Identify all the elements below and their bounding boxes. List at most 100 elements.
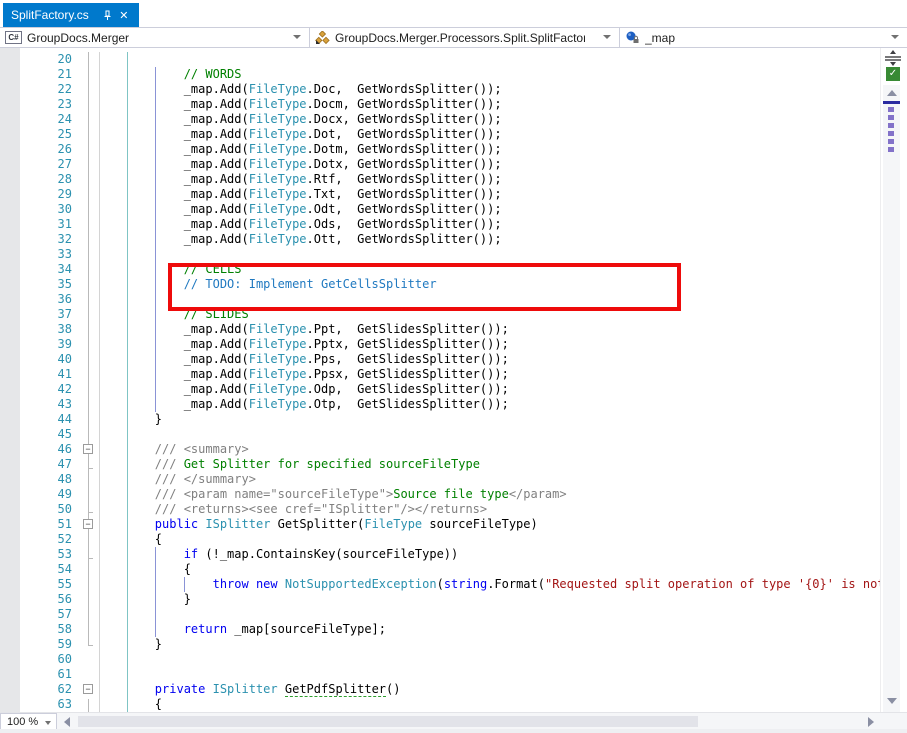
line-number: 31: [57, 217, 72, 231]
code-line[interactable]: 23 _map.Add(FileType.Docm, GetWordsSplit…: [0, 97, 880, 112]
code-line[interactable]: 55 throw new NotSupportedException(strin…: [0, 577, 880, 592]
token-d: /// </summary>: [97, 472, 256, 486]
project-dropdown[interactable]: C# GroupDocs.Merger: [0, 28, 310, 47]
code-line[interactable]: 22 _map.Add(FileType.Doc, GetWordsSplitt…: [0, 82, 880, 97]
horizontal-scrollbar[interactable]: [76, 714, 862, 729]
code-line[interactable]: 57: [0, 607, 880, 622]
token-t: FileType: [248, 172, 307, 186]
vertical-scrollbar[interactable]: [883, 85, 900, 712]
token-p: .Docm, GetWordsSplitter());: [306, 97, 502, 111]
token-s: "Requested split operation of type '{0}'…: [544, 577, 880, 591]
code-line[interactable]: 61: [0, 667, 880, 682]
token-p: [97, 67, 184, 81]
scroll-left-arrow-icon[interactable]: [64, 717, 70, 727]
code-line[interactable]: 38 _map.Add(FileType.Ppt, GetSlidesSplit…: [0, 322, 880, 337]
horizontal-scrollbar-thumb[interactable]: [78, 716, 698, 727]
line-number: 28: [57, 172, 72, 186]
line-number: 47: [57, 457, 72, 471]
code-line[interactable]: 56 }: [0, 592, 880, 607]
code-line[interactable]: 47 /// Get Splitter for specified source…: [0, 457, 880, 472]
code-line[interactable]: 33: [0, 247, 880, 262]
code-line[interactable]: 46 /// <summary>: [0, 442, 880, 457]
code-line[interactable]: 43 _map.Add(FileType.Otp, GetSlidesSplit…: [0, 397, 880, 412]
code-text: _map.Add(FileType.Docm, GetWordsSplitter…: [97, 97, 502, 112]
token-k: string: [443, 577, 488, 591]
code-line[interactable]: 30 _map.Add(FileType.Odt, GetWordsSplitt…: [0, 202, 880, 217]
code-line[interactable]: 24 _map.Add(FileType.Docx, GetWordsSplit…: [0, 112, 880, 127]
code-line[interactable]: 50 /// <returns><see cref="ISplitter"/><…: [0, 502, 880, 517]
code-line[interactable]: 21 // WORDS: [0, 67, 880, 82]
code-line[interactable]: 52 {: [0, 532, 880, 547]
line-number: 61: [57, 667, 72, 681]
code-text: _map.Add(FileType.Odp, GetSlidesSplitter…: [97, 382, 509, 397]
code-line[interactable]: 44 }: [0, 412, 880, 427]
code-line[interactable]: 41 _map.Add(FileType.Ppsx, GetSlidesSpli…: [0, 367, 880, 382]
code-line[interactable]: 40 _map.Add(FileType.Pps, GetSlidesSplit…: [0, 352, 880, 367]
token-k: return: [183, 622, 228, 636]
split-window-handle-icon[interactable]: [884, 50, 902, 66]
token-p: }: [97, 592, 191, 606]
code-text: return _map[sourceFileType];: [97, 622, 386, 637]
token-p: _map.Add(: [97, 82, 249, 96]
line-number: 36: [57, 292, 72, 306]
code-line[interactable]: 39 _map.Add(FileType.Pptx, GetSlidesSpli…: [0, 337, 880, 352]
line-number: 25: [57, 127, 72, 141]
code-line[interactable]: 45: [0, 427, 880, 442]
token-p: _map.Add(: [97, 142, 249, 156]
type-dropdown[interactable]: GroupDocs.Merger.Processors.Split.SplitF…: [310, 28, 620, 47]
code-line[interactable]: 28 _map.Add(FileType.Rtf, GetWordsSplitt…: [0, 172, 880, 187]
token-p: _map[sourceFileType];: [227, 622, 387, 636]
tab-splitfactory[interactable]: SplitFactory.cs ✕: [3, 3, 139, 27]
line-number: 50: [57, 502, 72, 516]
code-line[interactable]: 48 /// </summary>: [0, 472, 880, 487]
code-line[interactable]: 29 _map.Add(FileType.Txt, GetWordsSplitt…: [0, 187, 880, 202]
zoom-level-dropdown[interactable]: 100 %: [0, 713, 57, 730]
code-text: /// <returns><see cref="ISplitter"/></re…: [97, 502, 487, 517]
code-line[interactable]: 42 _map.Add(FileType.Odp, GetSlidesSplit…: [0, 382, 880, 397]
token-d: /// <returns><see cref="ISplitter"/></re…: [97, 502, 488, 516]
line-number: 32: [57, 232, 72, 246]
token-t: FileType: [248, 202, 307, 216]
token-p: _map.Add(: [97, 172, 249, 186]
token-k: public: [154, 517, 199, 531]
token-p: .Dotx, GetWordsSplitter());: [306, 157, 502, 171]
code-line[interactable]: 51 public ISplitter GetSplitter(FileType…: [0, 517, 880, 532]
token-p: _map.Add(: [97, 232, 249, 246]
scroll-down-arrow-icon[interactable]: [887, 698, 897, 704]
scroll-up-arrow-icon[interactable]: [887, 90, 897, 96]
scroll-right-arrow-icon[interactable]: [868, 717, 874, 727]
line-number: 59: [57, 637, 72, 651]
code-text: /// <summary>: [97, 442, 249, 457]
code-text: /// Get Splitter for specified sourceFil…: [97, 457, 480, 472]
close-icon[interactable]: ✕: [117, 8, 131, 22]
member-dropdown[interactable]: _map: [620, 28, 907, 47]
code-line[interactable]: 25 _map.Add(FileType.Dot, GetWordsSplitt…: [0, 127, 880, 142]
token-p: (: [436, 577, 444, 591]
token-t: FileType: [248, 337, 307, 351]
code-line[interactable]: 54 {: [0, 562, 880, 577]
code-line[interactable]: 53 if (!_map.ContainsKey(sourceFileType)…: [0, 547, 880, 562]
pin-icon[interactable]: [101, 8, 115, 22]
code-line[interactable]: 27 _map.Add(FileType.Dotx, GetWordsSplit…: [0, 157, 880, 172]
code-line[interactable]: 26 _map.Add(FileType.Dotm, GetWordsSplit…: [0, 142, 880, 157]
line-number: 34: [57, 262, 72, 276]
code-text: _map.Add(FileType.Odt, GetWordsSplitter(…: [97, 202, 502, 217]
code-line[interactable]: 58 return _map[sourceFileType];: [0, 622, 880, 637]
code-line[interactable]: 59 }: [0, 637, 880, 652]
token-k: private: [154, 682, 206, 696]
line-number: 62: [57, 682, 72, 696]
code-line[interactable]: 20: [0, 52, 880, 67]
token-p: .Rtf, GetWordsSplitter());: [306, 172, 502, 186]
code-line[interactable]: 63 {: [0, 697, 880, 712]
code-line[interactable]: 62 private ISplitter GetPdfSplitter(): [0, 682, 880, 697]
code-editor[interactable]: 20 21 // WORDS 22 _map.Add(FileType.Doc, G…: [0, 48, 880, 712]
code-line[interactable]: 49 /// <param name="sourceFileType">Sour…: [0, 487, 880, 502]
code-line[interactable]: 60: [0, 652, 880, 667]
token-p: .Ods, GetWordsSplitter());: [306, 217, 502, 231]
token-p: _map.Add(: [97, 187, 249, 201]
code-health-indicator[interactable]: ✓: [886, 67, 900, 81]
code-text: {: [97, 532, 162, 547]
code-line[interactable]: 32 _map.Add(FileType.Ott, GetWordsSplitt…: [0, 232, 880, 247]
code-line[interactable]: 31 _map.Add(FileType.Ods, GetWordsSplitt…: [0, 217, 880, 232]
line-number: 37: [57, 307, 72, 321]
